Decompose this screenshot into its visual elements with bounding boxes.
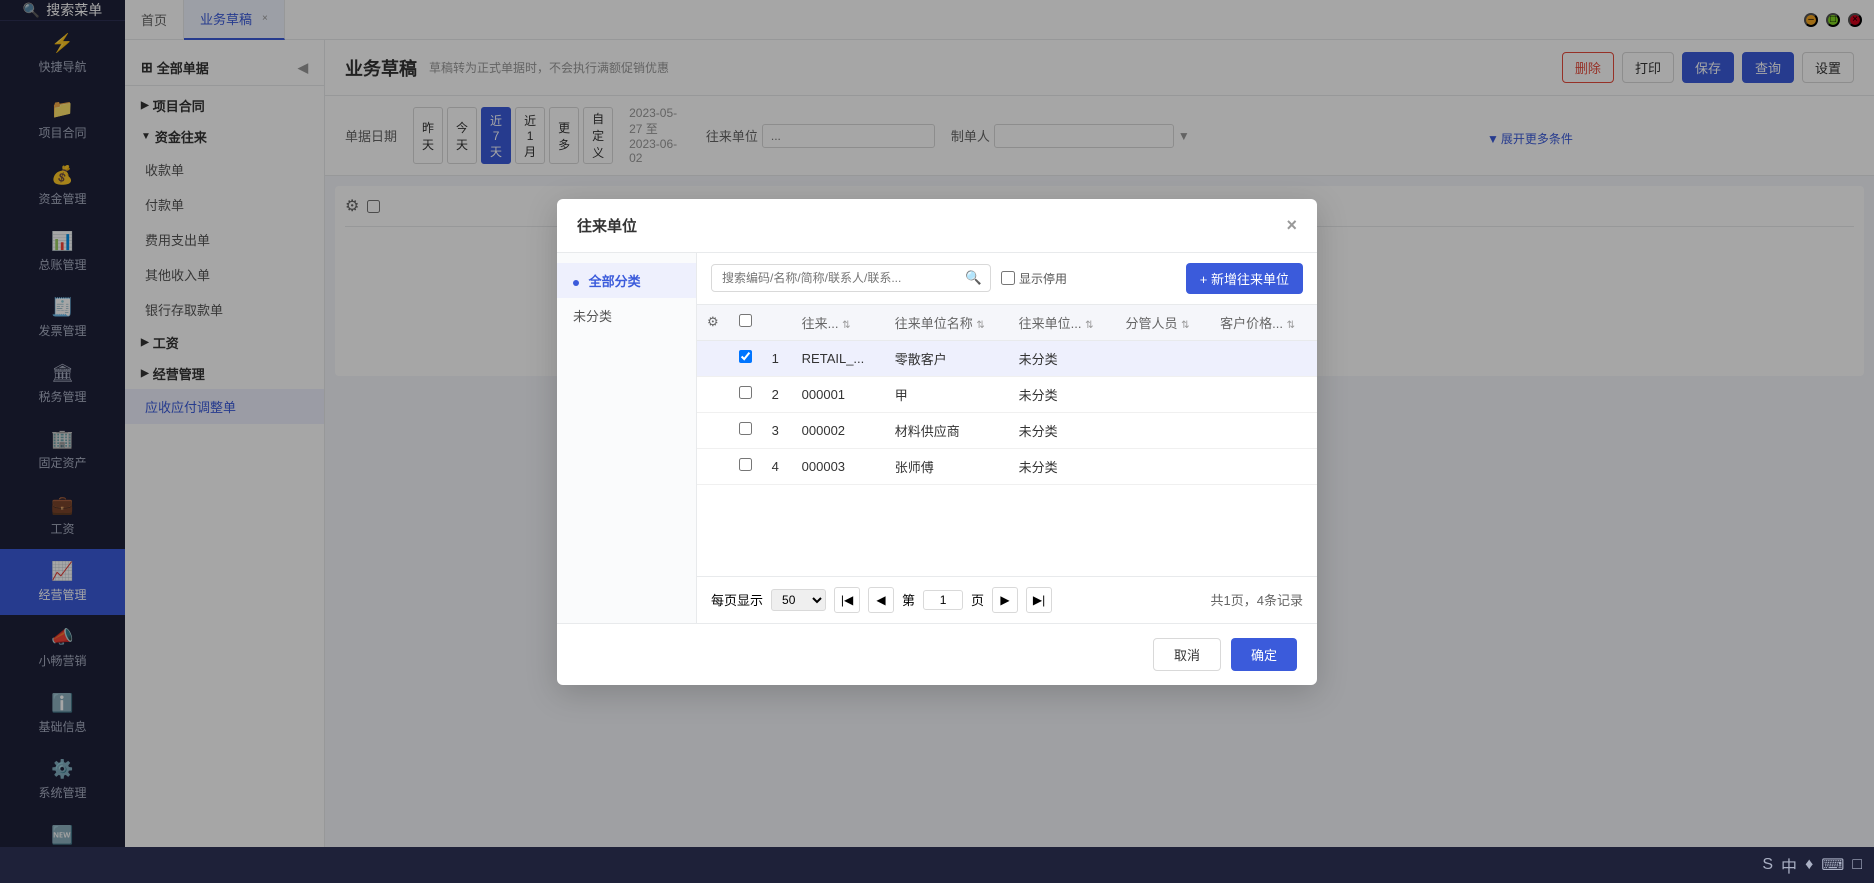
row-type: 未分类 — [1009, 412, 1116, 448]
dialog-title: 往来单位 — [577, 215, 637, 236]
row-num: 4 — [762, 448, 792, 484]
dialog-main: 🔍 显示停用 + 新增往来单位 ⚙ 往来... ⇅ — [697, 253, 1317, 623]
row-name: 材料供应商 — [885, 412, 1009, 448]
row-checkbox[interactable] — [739, 386, 752, 399]
price-sort-icon: ⇅ — [1287, 320, 1295, 331]
screen-icon[interactable]: □ — [1852, 856, 1862, 874]
row-name: 零散客户 — [885, 340, 1009, 376]
row-check[interactable] — [729, 376, 762, 412]
page-input[interactable] — [923, 590, 963, 610]
company-table: ⚙ 往来... ⇅ 往来单位名称 ⇅ 往来单位... ⇅ 分管人员 ⇅ 客户价格… — [697, 305, 1317, 485]
show-disabled-toggle: 显示停用 — [1001, 270, 1067, 287]
dialog-table: ⚙ 往来... ⇅ 往来单位名称 ⇅ 往来单位... ⇅ 分管人员 ⇅ 客户价格… — [697, 305, 1317, 576]
page-first-button[interactable]: |◀ — [834, 587, 860, 613]
show-disabled-checkbox[interactable] — [1001, 271, 1015, 285]
table-head: ⚙ 往来... ⇅ 往来单位名称 ⇅ 往来单位... ⇅ 分管人员 ⇅ 客户价格… — [697, 305, 1317, 341]
col-check — [729, 305, 762, 341]
name-sort-icon: ⇅ — [976, 320, 984, 331]
page-total-info: 共1页，4条记录 — [1211, 590, 1303, 609]
dialog-search-button[interactable]: 🔍 — [957, 265, 990, 291]
row-staff — [1115, 448, 1210, 484]
table-header-row: ⚙ 往来... ⇅ 往来单位名称 ⇅ 往来单位... ⇅ 分管人员 ⇅ 客户价格… — [697, 305, 1317, 341]
show-disabled-label: 显示停用 — [1019, 270, 1067, 287]
table-row[interactable]: 2 000001 甲 未分类 — [697, 376, 1317, 412]
table-select-all[interactable] — [739, 314, 752, 327]
row-name: 甲 — [885, 376, 1009, 412]
row-price — [1210, 448, 1317, 484]
row-check[interactable] — [729, 340, 762, 376]
row-num: 2 — [762, 376, 792, 412]
row-num: 1 — [762, 340, 792, 376]
row-code: 000002 — [792, 412, 885, 448]
table-row[interactable]: 3 000002 材料供应商 未分类 — [697, 412, 1317, 448]
company-table-body: 1 RETAIL_... 零散客户 未分类 2 000001 甲 未分类 3 0… — [697, 340, 1317, 484]
row-price — [1210, 340, 1317, 376]
dialog-confirm-button[interactable]: 确定 — [1231, 638, 1297, 671]
row-check[interactable] — [729, 448, 762, 484]
row-code: RETAIL_... — [792, 340, 885, 376]
brand-s-icon: S — [1762, 856, 1773, 874]
table-row[interactable]: 1 RETAIL_... 零散客户 未分类 — [697, 340, 1317, 376]
row-staff — [1115, 376, 1210, 412]
row-checkbox[interactable] — [739, 422, 752, 435]
dialog-cancel-button[interactable]: 取消 — [1153, 638, 1221, 671]
row-price — [1210, 412, 1317, 448]
dialog-body: 全部分类 未分类 🔍 显示停用 + 新增往来单位 — [557, 253, 1317, 623]
row-type: 未分类 — [1009, 340, 1116, 376]
page-word: 第 — [902, 590, 915, 609]
dialog-sidebar-item-all[interactable]: 全部分类 — [557, 263, 696, 298]
row-actions — [697, 448, 729, 484]
code-sort-icon: ⇅ — [842, 320, 850, 331]
diamond-icon: ♦ — [1805, 856, 1813, 874]
dialog-sidebar-item-uncat[interactable]: 未分类 — [557, 298, 696, 333]
dialog-sidebar-item-uncat-label: 未分类 — [573, 309, 612, 324]
row-actions — [697, 412, 729, 448]
page-unit: 页 — [971, 590, 984, 609]
col-staff: 分管人员 ⇅ — [1115, 305, 1210, 341]
company-dialog: 往来单位 × 全部分类 未分类 🔍 显示停用 — [557, 199, 1317, 685]
page-size-label: 每页显示 — [711, 590, 763, 609]
add-company-button[interactable]: + 新增往来单位 — [1186, 263, 1303, 294]
row-price — [1210, 376, 1317, 412]
dialog-search-input[interactable] — [712, 266, 957, 290]
lang-icon[interactable]: 中 — [1781, 853, 1797, 877]
col-num — [762, 305, 792, 341]
row-type: 未分类 — [1009, 448, 1116, 484]
row-num: 3 — [762, 412, 792, 448]
row-check[interactable] — [729, 412, 762, 448]
staff-sort-icon: ⇅ — [1181, 320, 1189, 331]
col-code: 往来... ⇅ — [792, 305, 885, 341]
row-name: 张师傅 — [885, 448, 1009, 484]
dialog-toolbar: 🔍 显示停用 + 新增往来单位 — [697, 253, 1317, 305]
type-sort-icon: ⇅ — [1085, 320, 1093, 331]
row-code: 000001 — [792, 376, 885, 412]
col-name: 往来单位名称 ⇅ — [885, 305, 1009, 341]
row-checkbox[interactable] — [739, 350, 752, 363]
row-checkbox[interactable] — [739, 458, 752, 471]
row-actions — [697, 376, 729, 412]
dialog-header: 往来单位 × — [557, 199, 1317, 253]
dialog-sidebar-item-all-label: 全部分类 — [589, 274, 641, 289]
table-row[interactable]: 4 000003 张师傅 未分类 — [697, 448, 1317, 484]
row-actions — [697, 340, 729, 376]
page-size-select[interactable]: 20 50 100 — [771, 589, 826, 611]
page-last-button[interactable]: ▶| — [1026, 587, 1052, 613]
col-setting[interactable]: ⚙ — [697, 305, 729, 341]
dialog-close-button[interactable]: × — [1286, 215, 1297, 236]
col-price: 客户价格... ⇅ — [1210, 305, 1317, 341]
dialog-actions: 取消 确定 — [557, 623, 1317, 685]
bottom-bar: S 中 ♦ ⌨ □ — [0, 847, 1874, 883]
keyboard-icon[interactable]: ⌨ — [1821, 855, 1844, 875]
dialog-sidebar: 全部分类 未分类 — [557, 253, 697, 623]
col-type: 往来单位... ⇅ — [1009, 305, 1116, 341]
row-type: 未分类 — [1009, 376, 1116, 412]
page-prev-button[interactable]: ◀ — [868, 587, 894, 613]
row-staff — [1115, 340, 1210, 376]
all-category-dot — [573, 280, 579, 286]
row-staff — [1115, 412, 1210, 448]
dialog-pagination: 每页显示 20 50 100 |◀ ◀ 第 页 ▶ ▶| 共1页，4条记录 — [697, 576, 1317, 623]
page-next-button[interactable]: ▶ — [992, 587, 1018, 613]
row-code: 000003 — [792, 448, 885, 484]
dialog-search-box: 🔍 — [711, 264, 991, 292]
